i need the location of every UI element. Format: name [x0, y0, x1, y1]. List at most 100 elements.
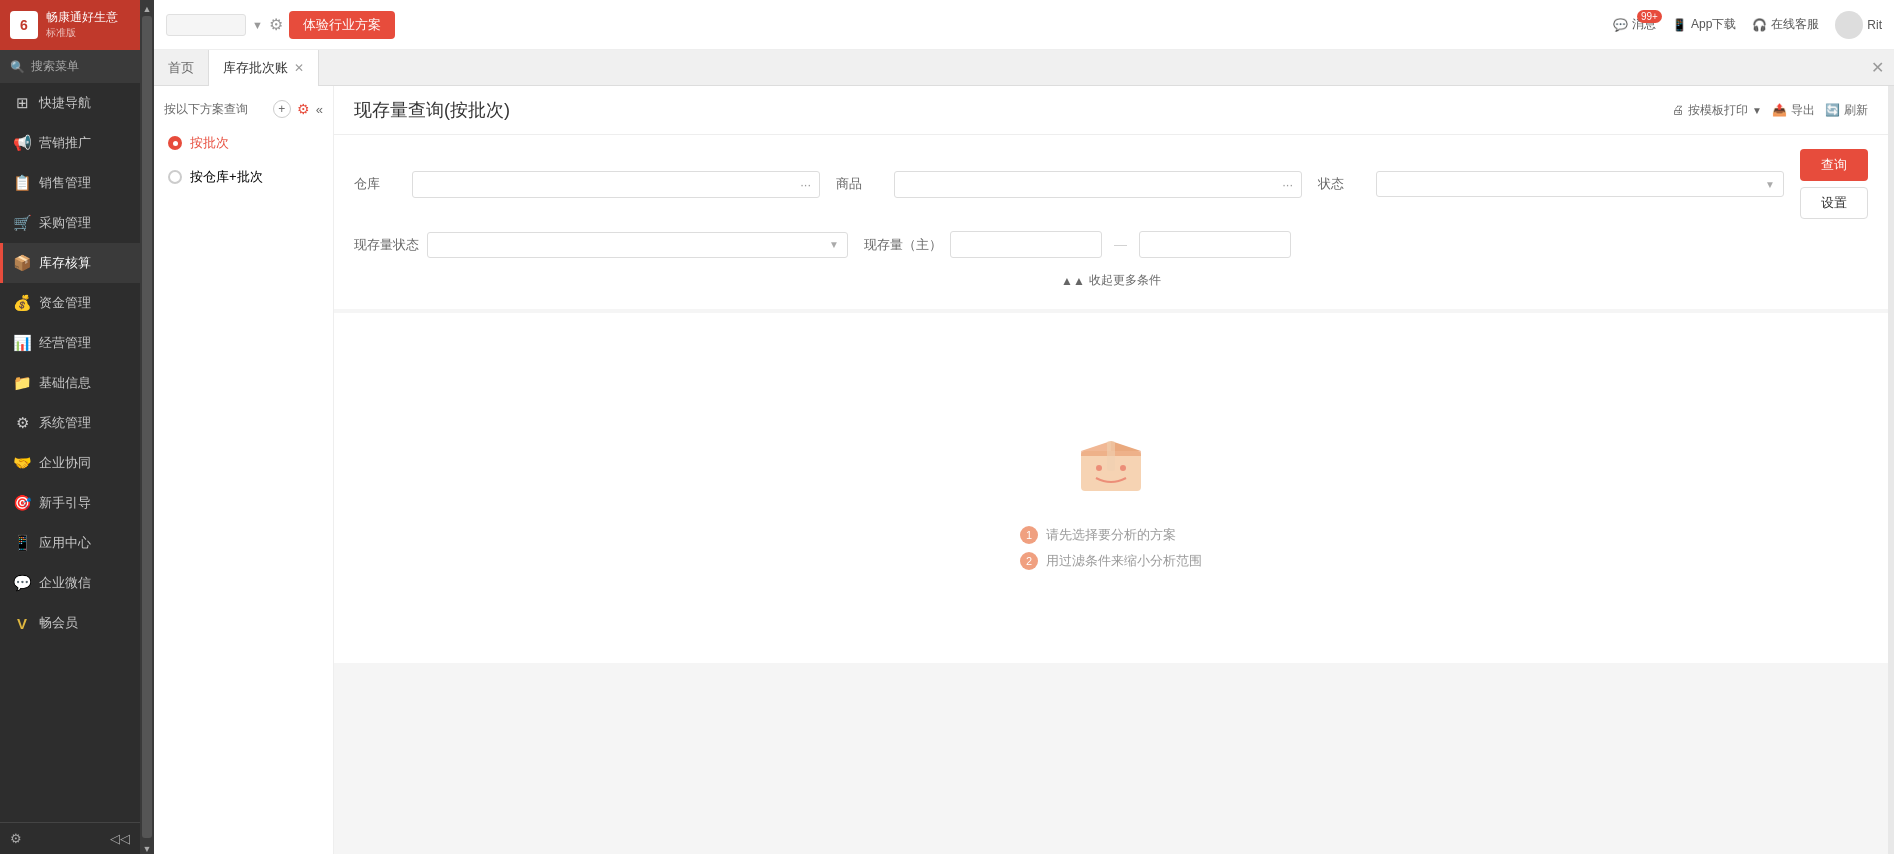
- print-template-label: 按模板打印: [1688, 102, 1748, 119]
- settings-icon[interactable]: ⚙: [10, 831, 22, 846]
- tip-text-2: 用过滤条件来缩小分析范围: [1046, 552, 1202, 570]
- radio-by-batch: [168, 136, 182, 150]
- username-label: Rit: [1867, 18, 1882, 32]
- topbar-right: 💬 消息 99+ 📱 App下载 🎧 在线客服 Rit: [1613, 11, 1882, 39]
- online-service-label: 在线客服: [1771, 16, 1819, 33]
- collapse-filter-btn[interactable]: ▲▲ 收起更多条件: [354, 266, 1868, 295]
- page-actions: 🖨 按模板打印 ▼ 📤 导出 🔄 刷新: [1672, 102, 1868, 119]
- print-template-btn[interactable]: 🖨 按模板打印 ▼: [1672, 102, 1762, 119]
- collapse-sidebar-icon[interactable]: ◁◁: [110, 831, 130, 846]
- newbie-icon: 🎯: [13, 494, 31, 512]
- scheme-settings-icon[interactable]: ⚙: [297, 101, 310, 117]
- tab-batch-close-icon[interactable]: ✕: [294, 61, 304, 75]
- message-btn[interactable]: 💬 消息 99+: [1613, 16, 1656, 33]
- sidebar-item-inventory[interactable]: 📦 库存核算: [0, 243, 140, 283]
- content: 按以下方案查询 + ⚙ « 按批次 按仓库+批次 现存量: [154, 86, 1894, 854]
- sidebar-item-basic[interactable]: 📁 基础信息: [0, 363, 140, 403]
- scheme-by-warehouse-batch[interactable]: 按仓库+批次: [154, 160, 333, 194]
- svg-marker-1: [1081, 441, 1111, 451]
- product-dots-icon[interactable]: ···: [1282, 177, 1293, 192]
- member-icon: V: [13, 614, 31, 632]
- filter-inventory-status: 现存量状态 ▼: [354, 232, 848, 258]
- sidebar-item-member[interactable]: V 畅会员: [0, 603, 140, 643]
- online-service-btn[interactable]: 🎧 在线客服: [1752, 16, 1819, 33]
- qty-to-value: [1148, 237, 1152, 252]
- warehouse-input[interactable]: ···: [412, 171, 820, 198]
- search-menu[interactable]: 🔍 搜索菜单: [0, 50, 140, 83]
- finance-icon: 💰: [13, 294, 31, 312]
- search-icon: 🔍: [10, 60, 25, 74]
- scroll-track: [142, 16, 152, 838]
- tab-home-label: 首页: [168, 59, 194, 77]
- user-avatar-btn[interactable]: Rit: [1835, 11, 1882, 39]
- tabs-bar: 首页 库存批次账 ✕ ✕: [154, 50, 1894, 86]
- sidebar-header: 6 畅康通好生意 标准版: [0, 0, 140, 50]
- scroll-up-btn[interactable]: ▲: [142, 2, 152, 12]
- filter-status: 状态 ▼: [1318, 171, 1784, 197]
- filter-row-1: 仓库 ··· 商品 ···: [354, 149, 1868, 219]
- basic-icon: 📁: [13, 374, 31, 392]
- status-select[interactable]: ▼: [1376, 171, 1784, 197]
- sidebar-item-newbie[interactable]: 🎯 新手引导: [0, 483, 140, 523]
- status-value: [1385, 177, 1388, 191]
- warehouse-label: 仓库: [354, 175, 404, 193]
- sidebar-item-label: 企业微信: [39, 574, 91, 592]
- operation-icon: 📊: [13, 334, 31, 352]
- right-resize-handle[interactable]: [1888, 86, 1894, 854]
- svg-marker-2: [1111, 441, 1141, 451]
- tab-home[interactable]: 首页: [154, 50, 209, 86]
- message-icon: 💬: [1613, 18, 1628, 32]
- scheme-by-batch[interactable]: 按批次: [154, 126, 333, 160]
- sidebar-item-enterprise[interactable]: 🤝 企业协同: [0, 443, 140, 483]
- tip-num-1: 1: [1020, 526, 1038, 544]
- sidebar-item-sales[interactable]: 📋 销售管理: [0, 163, 140, 203]
- query-btn[interactable]: 查询: [1800, 149, 1868, 181]
- sidebar-item-wechat[interactable]: 💬 企业微信: [0, 563, 140, 603]
- scheme-by-batch-label: 按批次: [190, 134, 229, 152]
- filter-settings-btn[interactable]: 设置: [1800, 187, 1868, 219]
- product-input[interactable]: ···: [894, 171, 1302, 198]
- inventory-status-chevron-icon: ▼: [829, 239, 839, 250]
- breadcrumb: [166, 14, 246, 36]
- svg-point-6: [1120, 465, 1126, 471]
- sidebar: 6 畅康通好生意 标准版 🔍 搜索菜单 ⊞ 快捷导航 📢 营销推广 📋 销售管理…: [0, 0, 140, 854]
- export-btn[interactable]: 📤 导出: [1772, 102, 1815, 119]
- quick-nav-icon: ⊞: [13, 94, 31, 112]
- refresh-label: 刷新: [1844, 102, 1868, 119]
- inventory-qty-from[interactable]: [950, 231, 1102, 258]
- topbar-gear-icon[interactable]: ⚙: [269, 15, 283, 34]
- refresh-btn[interactable]: 🔄 刷新: [1825, 102, 1868, 119]
- sidebar-item-finance[interactable]: 💰 资金管理: [0, 283, 140, 323]
- scroll-down-btn[interactable]: ▼: [142, 842, 152, 852]
- app-download-btn[interactable]: 📱 App下载: [1672, 16, 1736, 33]
- tip-text-1: 请先选择要分析的方案: [1046, 526, 1176, 544]
- print-chevron-icon: ▼: [1752, 105, 1762, 116]
- left-panel-title: 按以下方案查询: [164, 101, 248, 118]
- close-all-tabs-icon[interactable]: ✕: [1871, 58, 1884, 77]
- sidebar-item-system[interactable]: ⚙ 系统管理: [0, 403, 140, 443]
- left-panel: 按以下方案查询 + ⚙ « 按批次 按仓库+批次: [154, 86, 334, 854]
- tab-batch-account[interactable]: 库存批次账 ✕: [209, 50, 319, 86]
- empty-tip-2: 2 用过滤条件来缩小分析范围: [1020, 552, 1202, 570]
- sidebar-item-purchase[interactable]: 🛒 采购管理: [0, 203, 140, 243]
- sidebar-item-app-center[interactable]: 📱 应用中心: [0, 523, 140, 563]
- sidebar-item-marketing[interactable]: 📢 营销推广: [0, 123, 140, 163]
- headset-icon: 🎧: [1752, 18, 1767, 32]
- qty-from-value: [959, 237, 963, 252]
- inventory-status-select[interactable]: ▼: [427, 232, 848, 258]
- warehouse-dots-icon[interactable]: ···: [800, 177, 811, 192]
- app-center-icon: 📱: [13, 534, 31, 552]
- add-scheme-icon[interactable]: +: [273, 100, 291, 118]
- sidebar-item-label: 畅会员: [39, 614, 78, 632]
- sidebar-item-operation[interactable]: 📊 经营管理: [0, 323, 140, 363]
- app-logo: 6: [10, 11, 38, 39]
- collapse-left-icon[interactable]: «: [316, 102, 323, 117]
- breadcrumb-text: [175, 18, 192, 32]
- sidebar-item-label: 经营管理: [39, 334, 91, 352]
- inventory-qty-to[interactable]: [1139, 231, 1291, 258]
- trial-btn[interactable]: 体验行业方案: [289, 11, 395, 39]
- sidebar-item-quick-nav[interactable]: ⊞ 快捷导航: [0, 83, 140, 123]
- app-version: 标准版: [46, 26, 118, 40]
- sidebar-footer: ⚙ ◁◁: [0, 822, 140, 854]
- svg-point-5: [1096, 465, 1102, 471]
